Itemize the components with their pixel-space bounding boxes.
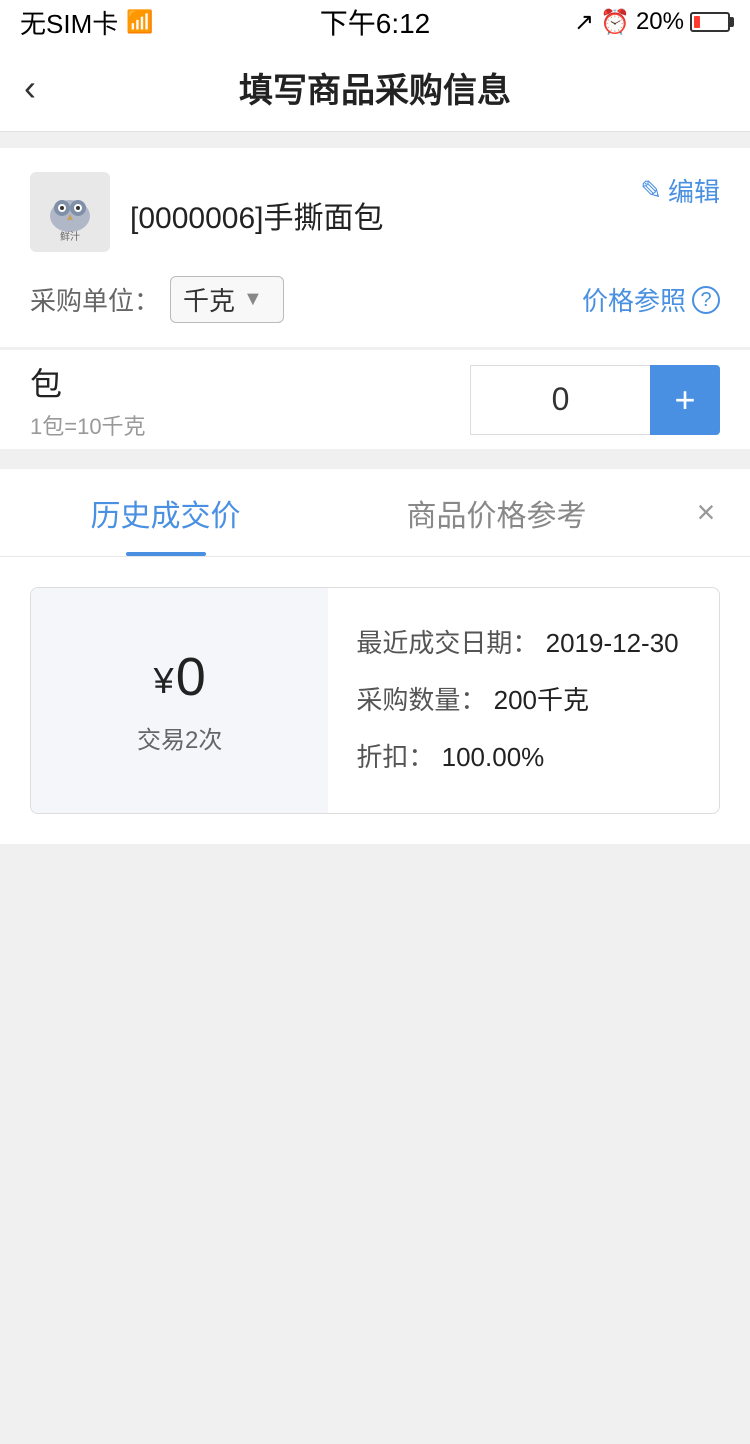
- location-icon: ↗: [574, 8, 594, 37]
- status-right-icons: ↗ ⏰ 20%: [574, 8, 730, 37]
- quantity-unit: 包: [30, 359, 146, 405]
- quantity-label-container: 包 1包=10千克: [30, 359, 146, 441]
- status-bar: 无SIM卡 📶 下午6:12 ↗ ⏰ 20%: [0, 0, 750, 44]
- carrier-text: 无SIM卡: [20, 4, 118, 41]
- nav-bar: ‹ 填写商品采购信息: [0, 44, 750, 132]
- tab-close-button[interactable]: ×: [662, 469, 750, 557]
- price-ref-label: 价格参照: [582, 281, 686, 318]
- history-content: ¥0 交易2次 最近成交日期： 2019-12-30 采购数量： 200千克 折…: [0, 557, 750, 844]
- quantity-input-container: +: [470, 365, 720, 435]
- purchase-qty-value: 200千克: [494, 685, 589, 715]
- discount-value: 100.00%: [442, 742, 545, 772]
- product-section: 鲜汁 [0000006]手撕面包 ✎ 编辑 采购单位： 千克 ▼ 价格参照 ?: [0, 148, 750, 347]
- product-name: [0000006]手撕面包: [130, 193, 383, 237]
- wifi-icon: 📶: [126, 9, 153, 35]
- history-discount-row: 折扣： 100.00%: [356, 738, 691, 777]
- history-card: ¥0 交易2次 最近成交日期： 2019-12-30 采购数量： 200千克 折…: [30, 587, 720, 814]
- tabs-header: 历史成交价 商品价格参考 ×: [0, 469, 750, 557]
- back-button[interactable]: ‹: [24, 70, 36, 106]
- history-card-left: ¥0 交易2次: [31, 588, 328, 813]
- unit-select[interactable]: 千克 ▼: [170, 276, 284, 323]
- plus-icon: +: [674, 382, 695, 418]
- alarm-icon: ⏰: [600, 8, 630, 37]
- tab-price-ref-label: 商品价格参考: [407, 491, 587, 535]
- close-icon: ×: [697, 494, 716, 531]
- history-card-right: 最近成交日期： 2019-12-30 采购数量： 200千克 折扣： 100.0…: [328, 588, 719, 813]
- product-info: 鲜汁 [0000006]手撕面包: [30, 172, 383, 252]
- history-recent-date-row: 最近成交日期： 2019-12-30: [356, 624, 691, 663]
- chevron-down-icon: ▼: [243, 288, 263, 311]
- tab-history-label: 历史成交价: [91, 491, 241, 535]
- history-trade-count: 交易2次: [137, 720, 222, 755]
- price-reference-link[interactable]: 价格参照 ?: [582, 281, 720, 318]
- recent-date-label: 最近成交日期：: [356, 628, 538, 658]
- quantity-conversion: 1包=10千克: [30, 409, 146, 441]
- history-purchase-qty-row: 采购数量： 200千克: [356, 681, 691, 720]
- history-price-value: 0: [176, 647, 206, 707]
- status-time: 下午6:12: [320, 2, 431, 42]
- product-thumbnail: 鲜汁: [30, 172, 110, 252]
- svg-text:鲜汁: 鲜汁: [60, 230, 80, 242]
- product-unit-row: 采购单位： 千克 ▼ 价格参照 ?: [30, 276, 720, 323]
- unit-value: 千克: [183, 281, 235, 318]
- tabs-section: 历史成交价 商品价格参考 × ¥0 交易2次 最近成交日期： 2019-12-3…: [0, 469, 750, 844]
- recent-date-value: 2019-12-30: [546, 628, 679, 658]
- edit-link[interactable]: ✎ 编辑: [640, 172, 720, 209]
- product-header: 鲜汁 [0000006]手撕面包 ✎ 编辑: [30, 172, 720, 252]
- product-logo: 鲜汁: [40, 182, 100, 242]
- currency-symbol: ¥: [154, 660, 174, 701]
- discount-label: 折扣：: [356, 742, 434, 772]
- edit-label: 编辑: [668, 172, 720, 209]
- quantity-section: 包 1包=10千克 +: [0, 349, 750, 449]
- tab-history-price[interactable]: 历史成交价: [0, 469, 331, 556]
- battery-icon: [690, 12, 730, 32]
- help-icon[interactable]: ?: [692, 286, 720, 314]
- page-title: 填写商品采购信息: [239, 63, 511, 112]
- history-price: ¥0: [154, 646, 206, 708]
- purchase-qty-label: 采购数量：: [356, 685, 486, 715]
- main-content: [0, 844, 750, 1444]
- tab-price-reference[interactable]: 商品价格参考: [331, 469, 662, 556]
- quantity-plus-button[interactable]: +: [650, 365, 720, 435]
- battery-percent: 20%: [636, 8, 684, 36]
- status-carrier: 无SIM卡 📶: [20, 4, 154, 41]
- edit-icon: ✎: [640, 175, 662, 206]
- unit-label: 采购单位：: [30, 281, 160, 318]
- quantity-input[interactable]: [470, 365, 650, 435]
